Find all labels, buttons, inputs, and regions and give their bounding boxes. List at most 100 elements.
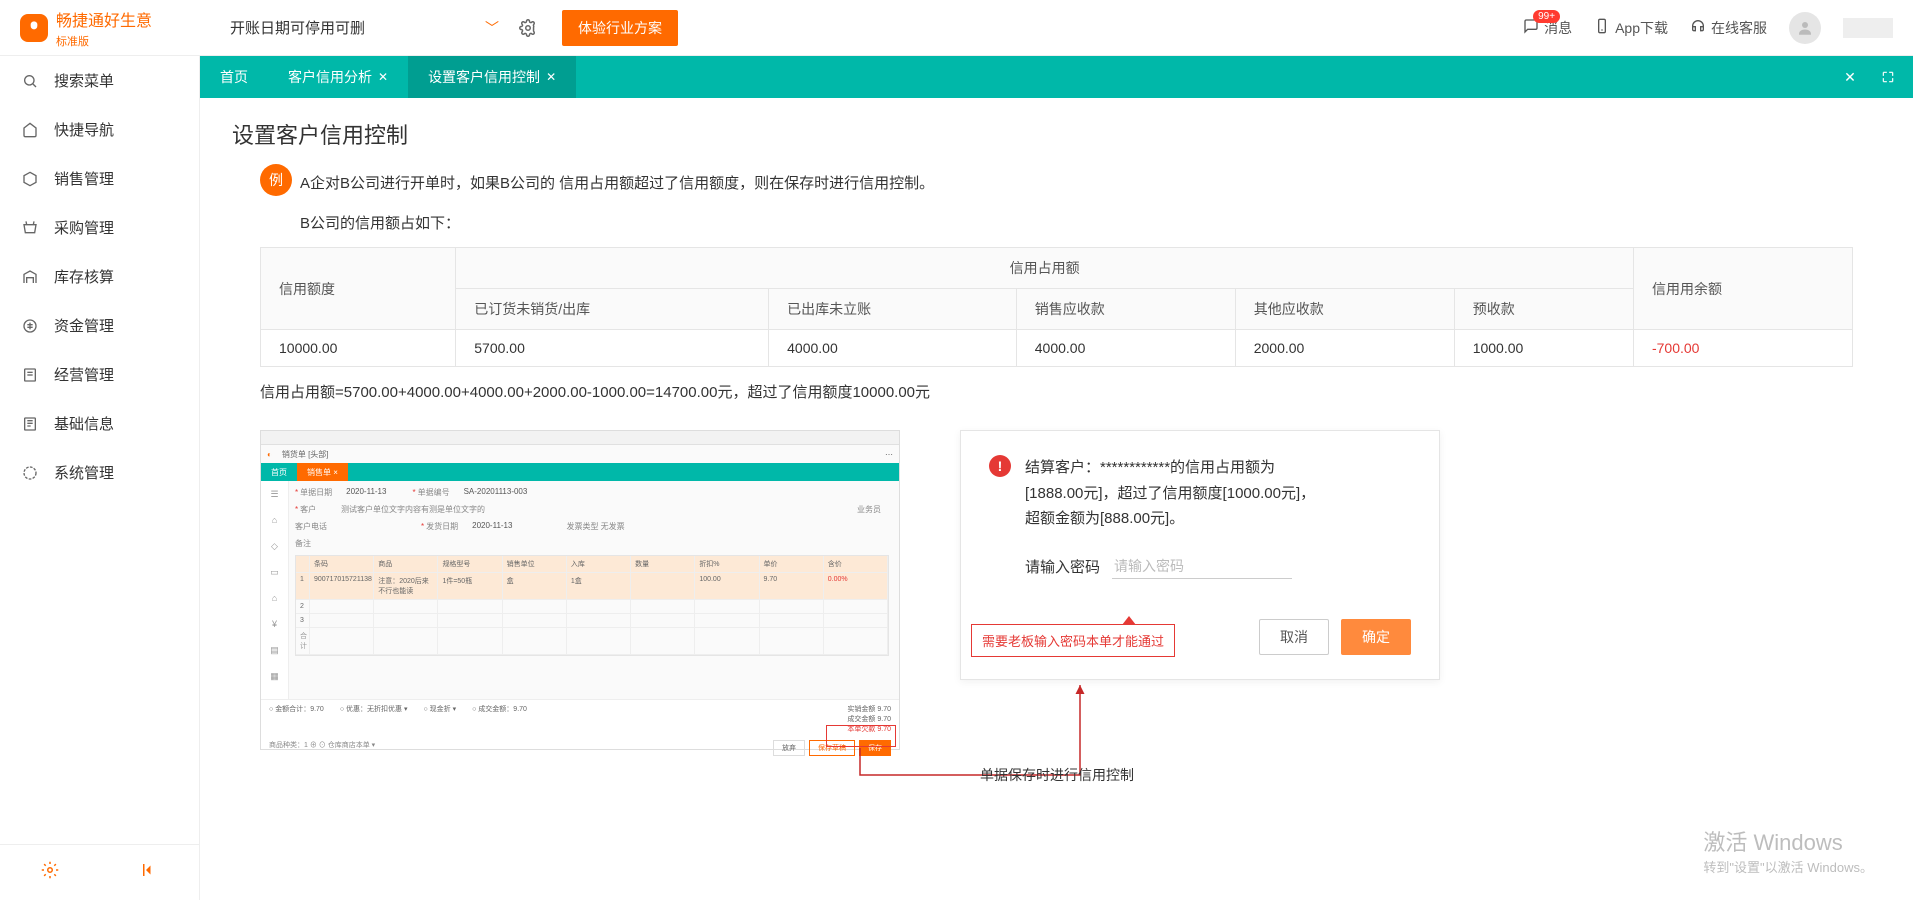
- illustration-row: ◐ 销货单 [头部] ⋯ 首页 销售单 × ☰⌂◇▭⌂¥▤▦○: [260, 430, 1853, 750]
- sidebar-item-label: 经营管理: [54, 364, 114, 385]
- sales-icon: [20, 169, 40, 189]
- cell-v2: 4000.00: [1016, 330, 1235, 367]
- tab-label: 设置客户信用控制: [428, 67, 540, 87]
- credit-table: 信用额度 信用占用额 信用用余额 已订货未销货/出库 已出库未立账 销售应收款 …: [260, 247, 1853, 367]
- fullscreen-icon[interactable]: [1873, 62, 1903, 92]
- logo-icon: [20, 14, 48, 42]
- settings-gear-icon[interactable]: [41, 861, 59, 884]
- cell-v0: 5700.00: [456, 330, 769, 367]
- sidebar-item-label: 采购管理: [54, 217, 114, 238]
- sidebar-item-purchase[interactable]: 采购管理: [0, 203, 199, 252]
- home-icon: [20, 120, 40, 140]
- tab-close-all-icon[interactable]: ✕: [1835, 62, 1865, 92]
- password-input[interactable]: [1112, 554, 1292, 579]
- cell-limit: 10000.00: [261, 330, 456, 367]
- col-ordered: 已订货未销货/出库: [456, 289, 769, 330]
- warning-icon: !: [989, 455, 1011, 477]
- sidebar: 搜索菜单 快捷导航 销售管理 采购管理 库存核算 资金管理 经营管理 基础信息: [0, 56, 200, 900]
- example-sub-text: B公司的信用额占如下：: [300, 212, 1853, 233]
- col-credit-balance: 信用用余额: [1633, 248, 1852, 330]
- illustration-caption: 单据保存时进行信用控制: [980, 765, 1134, 785]
- app-download-label: App下载: [1615, 18, 1668, 38]
- brand-edition: 标准版: [56, 33, 152, 49]
- col-receivable: 销售应收款: [1016, 289, 1235, 330]
- cell-v3: 2000.00: [1235, 330, 1454, 367]
- settings-icon[interactable]: [514, 14, 542, 42]
- col-credit-limit: 信用额度: [261, 248, 456, 330]
- credit-warning-dialog: ! 结算客户：************的信用占用额为 [1888.00元]，超过…: [960, 430, 1440, 680]
- sidebar-item-inventory[interactable]: 库存核算: [0, 252, 199, 301]
- example-line: 例 A企对B公司进行开单时，如果B公司的 信用占用额超过了信用额度，则在保存时进…: [260, 166, 1853, 198]
- tab-credit-control-settings[interactable]: 设置客户信用控制 ✕: [408, 56, 576, 98]
- date-dropdown[interactable]: 开账日期可停用可删 ﹀: [230, 17, 499, 38]
- col-other-receivable: 其他应收款: [1235, 289, 1454, 330]
- password-note: 需要老板输入密码本单才能通过: [971, 624, 1175, 657]
- page-scroll-area[interactable]: 设置客户信用控制 例 A企对B公司进行开单时，如果B公司的 信用占用额超过了信用…: [200, 98, 1913, 900]
- top-header: 畅捷通好生意 标准版 开账日期可停用可删 ﹀ 体验行业方案 消息 99+ App…: [0, 0, 1913, 56]
- close-icon[interactable]: ✕: [378, 70, 388, 84]
- cell-v1: 4000.00: [769, 330, 1017, 367]
- sidebar-item-search[interactable]: 搜索菜单: [0, 56, 199, 105]
- sidebar-bottom-bar: [0, 844, 199, 900]
- logo-block: 畅捷通好生意 标准版: [20, 7, 200, 49]
- tabbar-actions: ✕: [1835, 56, 1913, 98]
- tabbar: 首页 客户信用分析 ✕ 设置客户信用控制 ✕ ✕: [200, 56, 1913, 98]
- date-dropdown-label: 开账日期可停用可删: [230, 17, 365, 38]
- sidebar-item-system[interactable]: 系统管理: [0, 448, 199, 497]
- sidebar-item-label: 快捷导航: [54, 119, 114, 140]
- tab-label: 首页: [220, 67, 248, 87]
- cell-balance: -700.00: [1633, 330, 1852, 367]
- tab-credit-analysis[interactable]: 客户信用分析 ✕: [268, 56, 408, 98]
- user-name-placeholder: [1843, 18, 1893, 38]
- messages-badge: 99+: [1533, 10, 1560, 23]
- sidebar-item-baseinfo[interactable]: 基础信息: [0, 399, 199, 448]
- sidebar-item-quicknav[interactable]: 快捷导航: [0, 105, 199, 154]
- sidebar-item-funds[interactable]: 资金管理: [0, 301, 199, 350]
- avatar[interactable]: [1789, 12, 1821, 44]
- page-title: 设置客户信用控制: [200, 98, 1913, 166]
- sidebar-item-label: 销售管理: [54, 168, 114, 189]
- mini-screenshot: ◐ 销货单 [头部] ⋯ 首页 销售单 × ☰⌂◇▭⌂¥▤▦○: [260, 430, 900, 750]
- search-icon: [20, 71, 40, 91]
- tab-label: 客户信用分析: [288, 67, 372, 87]
- customer-service-link[interactable]: 在线客服: [1690, 18, 1767, 38]
- cell-v4: 1000.00: [1454, 330, 1633, 367]
- experience-button[interactable]: 体验行业方案: [562, 10, 678, 46]
- sidebar-item-label: 基础信息: [54, 413, 114, 434]
- cancel-button[interactable]: 取消: [1259, 619, 1329, 655]
- col-occupy-group: 信用占用额: [456, 248, 1634, 289]
- example-badge: 例: [260, 164, 292, 196]
- col-prepaid: 预收款: [1454, 289, 1633, 330]
- formula-text: 信用占用额=5700.00+4000.00+4000.00+2000.00-10…: [260, 381, 1853, 402]
- example-text: A企对B公司进行开单时，如果B公司的 信用占用额超过了信用额度，则在保存时进行信…: [300, 172, 934, 193]
- brand-name: 畅捷通好生意: [56, 7, 152, 31]
- sidebar-item-label: 资金管理: [54, 315, 114, 336]
- header-right: 消息 99+ App下载 在线客服: [1523, 12, 1893, 44]
- collapse-sidebar-icon[interactable]: [140, 861, 158, 884]
- password-label: 请输入密码: [1025, 556, 1100, 577]
- report-icon: [20, 365, 40, 385]
- ok-button[interactable]: 确定: [1341, 619, 1411, 655]
- main-area: 首页 客户信用分析 ✕ 设置客户信用控制 ✕ ✕ 设置客户信用控制 例: [200, 56, 1913, 900]
- content-card: 例 A企对B公司进行开单时，如果B公司的 信用占用额超过了信用额度，则在保存时进…: [232, 166, 1881, 778]
- system-icon: [20, 463, 40, 483]
- tab-home[interactable]: 首页: [200, 56, 268, 98]
- sidebar-item-label: 库存核算: [54, 266, 114, 287]
- col-outstock: 已出库未立账: [769, 289, 1017, 330]
- sidebar-item-label: 系统管理: [54, 462, 114, 483]
- close-icon[interactable]: ✕: [546, 70, 556, 84]
- sidebar-item-business[interactable]: 经营管理: [0, 350, 199, 399]
- money-icon: [20, 316, 40, 336]
- headset-icon: [1690, 18, 1706, 37]
- chevron-down-icon: ﹀: [485, 18, 499, 38]
- sidebar-item-label: 搜索菜单: [54, 70, 114, 91]
- messages-link[interactable]: 消息 99+: [1523, 18, 1572, 38]
- warehouse-icon: [20, 267, 40, 287]
- app-download-link[interactable]: App下载: [1594, 18, 1668, 38]
- cart-icon: [20, 218, 40, 238]
- phone-icon: [1594, 18, 1610, 37]
- header-center: 开账日期可停用可删 ﹀ 体验行业方案: [230, 10, 678, 46]
- customer-service-label: 在线客服: [1711, 18, 1767, 38]
- info-icon: [20, 414, 40, 434]
- sidebar-item-sales[interactable]: 销售管理: [0, 154, 199, 203]
